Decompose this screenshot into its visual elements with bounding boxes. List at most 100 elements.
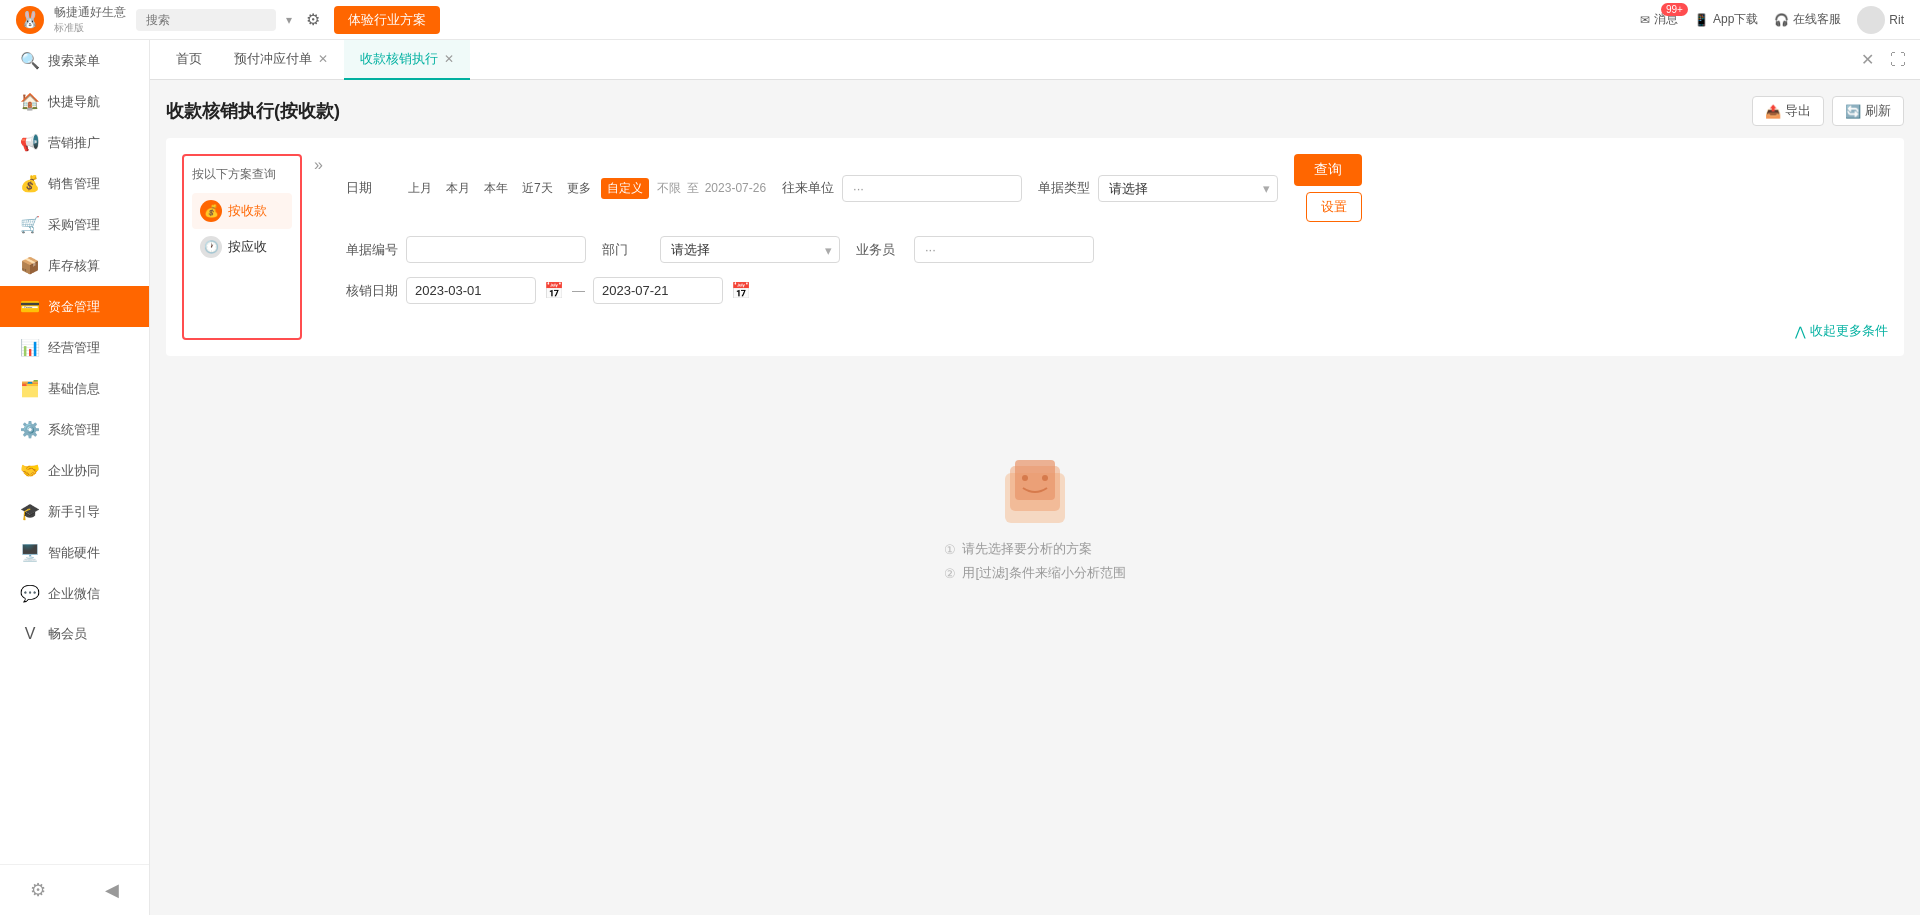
verify-date-end-cal-icon[interactable]: 📅 — [731, 281, 751, 300]
online-service-button[interactable]: 🎧 在线客服 — [1774, 11, 1841, 28]
tab-bar-actions: ✕ ⛶ — [1857, 46, 1910, 73]
filter-option-by-receipt[interactable]: 💰 按收款 — [192, 193, 292, 229]
collapse-more-label: 收起更多条件 — [1810, 322, 1888, 340]
tab-prepay-close[interactable]: ✕ — [318, 52, 328, 66]
empty-icon — [990, 448, 1080, 528]
filter-form: 日期 上月 本月 本年 近7天 更多 自定义 不限 — [346, 154, 1888, 340]
avatar-image — [1857, 6, 1885, 34]
finance-icon: 💳 — [20, 297, 40, 316]
partner-select-button[interactable]: ··· — [842, 175, 1022, 202]
content-area: 首页 预付冲应付单 ✕ 收款核销执行 ✕ ✕ ⛶ 收款核销执行(按收款) — [150, 40, 1920, 915]
sidebar-item-guide[interactable]: 🎓 新手引导 — [0, 491, 149, 532]
sidebar-item-purchase[interactable]: 🛒 采购管理 — [0, 204, 149, 245]
tab-prepay[interactable]: 预付冲应付单 ✕ — [218, 40, 344, 80]
date-shortcut-last-month[interactable]: 上月 — [404, 178, 436, 199]
sidebar-label-purchase: 采购管理 — [48, 216, 100, 234]
collapse-more-icon: ⋀ — [1795, 324, 1806, 339]
refresh-label: 刷新 — [1865, 102, 1891, 120]
date-shortcut-this-year[interactable]: 本年 — [480, 178, 512, 199]
staff-select-button[interactable]: ··· — [914, 236, 1094, 263]
verify-date-label: 核销日期 — [346, 282, 398, 300]
sidebar-item-wechat[interactable]: 💬 企业微信 — [0, 573, 149, 614]
sidebar-settings-icon[interactable]: ⚙ — [24, 873, 52, 907]
collapse-more-button[interactable]: ⋀ 收起更多条件 — [1795, 322, 1888, 340]
sidebar-item-hardware[interactable]: 🖥️ 智能硬件 — [0, 532, 149, 573]
sidebar-item-member[interactable]: V 畅会员 — [0, 614, 149, 654]
sidebar-collapse-icon[interactable]: ◀ — [99, 873, 125, 907]
query-button[interactable]: 查询 — [1294, 154, 1362, 186]
sidebar-item-search[interactable]: 🔍 搜索菜单 — [0, 40, 149, 81]
marketing-icon: 📢 — [20, 133, 40, 152]
member-icon: V — [20, 625, 40, 643]
sidebar-item-system[interactable]: ⚙️ 系统管理 — [0, 409, 149, 450]
filter-option-by-receivable[interactable]: 🕐 按应收 — [192, 229, 292, 265]
filter-collapse-toggle[interactable]: » — [314, 154, 334, 340]
settings-button[interactable]: 设置 — [1306, 192, 1362, 222]
sidebar-item-enterprise[interactable]: 🤝 企业协同 — [0, 450, 149, 491]
date-shortcut-custom[interactable]: 自定义 — [601, 178, 649, 199]
sales-icon: 💰 — [20, 174, 40, 193]
doc-no-input[interactable] — [406, 236, 586, 263]
main-wrapper: 🔍 搜索菜单 🏠 快捷导航 📢 营销推广 💰 销售管理 🛒 采购管理 📦 库存核… — [0, 40, 1920, 915]
verify-date-start-input[interactable] — [406, 277, 536, 304]
date-to-value: 2023-07-26 — [705, 181, 766, 195]
tab-bar: 首页 预付冲应付单 ✕ 收款核销执行 ✕ ✕ ⛶ — [150, 40, 1920, 80]
sidebar-item-sales[interactable]: 💰 销售管理 — [0, 163, 149, 204]
export-label: 导出 — [1785, 102, 1811, 120]
sidebar-item-marketing[interactable]: 📢 营销推广 — [0, 122, 149, 163]
search-input[interactable] — [136, 9, 276, 31]
page-title: 收款核销执行(按收款) — [166, 99, 340, 123]
doc-type-select[interactable]: 请选择 — [1098, 175, 1278, 202]
industry-button[interactable]: 体验行业方案 — [334, 6, 440, 34]
sidebar-item-operation[interactable]: 📊 经营管理 — [0, 327, 149, 368]
basic-icon: 🗂️ — [20, 379, 40, 398]
date-shortcut-more[interactable]: 更多 — [563, 178, 595, 199]
filter-row-1: 日期 上月 本月 本年 近7天 更多 自定义 不限 — [346, 154, 1888, 222]
purchase-icon: 🛒 — [20, 215, 40, 234]
dept-select-wrapper: 请选择 — [660, 236, 840, 263]
dept-field: 部门 请选择 — [602, 236, 840, 263]
sidebar-item-shortcut[interactable]: 🏠 快捷导航 — [0, 81, 149, 122]
inventory-icon: 📦 — [20, 256, 40, 275]
page-header: 收款核销执行(按收款) 📤 导出 🔄 刷新 — [166, 96, 1904, 126]
filter-row-2: 单据编号 部门 请选择 业务员 — [346, 236, 1888, 263]
message-badge: 99+ — [1661, 3, 1688, 16]
message-button[interactable]: ✉ 消息 99+ — [1640, 11, 1678, 28]
tab-home[interactable]: 首页 — [160, 40, 218, 80]
sidebar-label-wechat: 企业微信 — [48, 585, 100, 603]
date-shortcut-7days[interactable]: 近7天 — [518, 178, 557, 199]
sidebar-item-basic[interactable]: 🗂️ 基础信息 — [0, 368, 149, 409]
chevron-down-icon[interactable]: ▾ — [286, 13, 292, 27]
sidebar-bottom: ⚙ ◀ — [0, 864, 149, 915]
staff-label: 业务员 — [856, 241, 906, 259]
settings-icon[interactable]: ⚙ — [302, 6, 324, 33]
hardware-icon: 🖥️ — [20, 543, 40, 562]
topbar-left: 🐰 畅捷通好生意 标准版 ▾ ⚙ 体验行业方案 — [16, 4, 440, 35]
app-download-button[interactable]: 📱 App下载 — [1694, 11, 1758, 28]
date-field: 日期 上月 本月 本年 近7天 更多 自定义 不限 — [346, 178, 766, 199]
refresh-icon: 🔄 — [1845, 104, 1861, 119]
sidebar-label-hardware: 智能硬件 — [48, 544, 100, 562]
tab-receipt-verify[interactable]: 收款核销执行 ✕ — [344, 40, 470, 80]
empty-hint-1: ① 请先选择要分析的方案 — [944, 540, 1125, 558]
date-shortcut-this-month[interactable]: 本月 — [442, 178, 474, 199]
user-avatar[interactable]: Rit — [1857, 6, 1904, 34]
verify-date-start-cal-icon[interactable]: 📅 — [544, 281, 564, 300]
partner-field: 往来单位 ··· — [782, 175, 1022, 202]
filter-row-3: 核销日期 📅 — 📅 — [346, 277, 1888, 304]
sidebar-item-finance[interactable]: 💳 资金管理 — [0, 286, 149, 327]
page-actions: 📤 导出 🔄 刷新 — [1752, 96, 1904, 126]
sidebar-label-shortcut: 快捷导航 — [48, 93, 100, 111]
sidebar-item-inventory[interactable]: 📦 库存核算 — [0, 245, 149, 286]
date-to-sep: 至 — [687, 180, 699, 197]
tab-expand-icon[interactable]: ⛶ — [1886, 47, 1910, 73]
tab-receipt-verify-label: 收款核销执行 — [360, 50, 438, 68]
verify-date-end-input[interactable] — [593, 277, 723, 304]
tab-receipt-verify-close[interactable]: ✕ — [444, 52, 454, 66]
dept-select[interactable]: 请选择 — [660, 236, 840, 263]
sidebar-label-operation: 经营管理 — [48, 339, 100, 357]
tab-close-all-icon[interactable]: ✕ — [1857, 46, 1878, 73]
date-unlimit-label: 不限 — [657, 180, 681, 197]
export-button[interactable]: 📤 导出 — [1752, 96, 1824, 126]
refresh-button[interactable]: 🔄 刷新 — [1832, 96, 1904, 126]
